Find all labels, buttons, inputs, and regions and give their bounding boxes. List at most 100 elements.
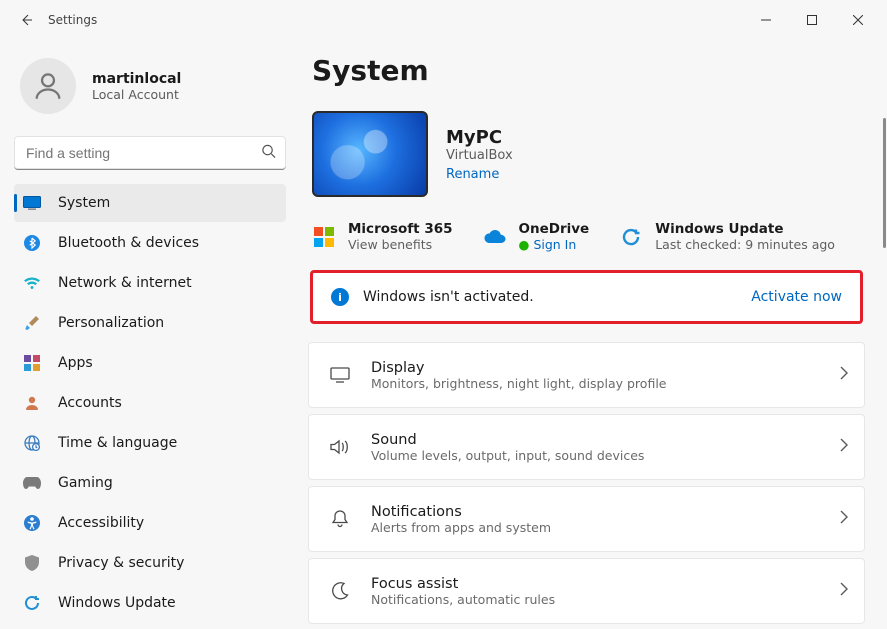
update-icon	[619, 225, 643, 249]
back-arrow-icon	[18, 12, 34, 28]
search-input[interactable]	[14, 136, 286, 170]
card-sub: Alerts from apps and system	[371, 520, 820, 535]
shield-icon	[22, 555, 42, 571]
moon-icon	[329, 582, 351, 600]
back-button[interactable]	[6, 0, 46, 40]
activate-now-link[interactable]: Activate now	[751, 289, 842, 305]
activation-message: Windows isn't activated.	[363, 289, 737, 305]
maximize-icon	[807, 15, 817, 25]
card-title: Focus assist	[371, 576, 820, 592]
service-sub: ●Sign In	[519, 237, 590, 252]
nav-item-network[interactable]: Network & internet	[14, 264, 286, 302]
display-icon	[329, 367, 351, 383]
nav-list: System Bluetooth & devices Network & int…	[14, 184, 286, 622]
service-title: Microsoft 365	[348, 221, 453, 237]
page-title: System	[312, 54, 865, 87]
nav-label: Accounts	[58, 395, 122, 411]
nav-label: Network & internet	[58, 275, 192, 291]
scrollbar-thumb[interactable]	[883, 118, 886, 248]
service-title: Windows Update	[655, 221, 835, 237]
close-button[interactable]	[835, 4, 881, 36]
content-pane: System MyPC VirtualBox Rename Microsoft …	[300, 40, 887, 629]
accessibility-icon	[22, 515, 42, 531]
service-onedrive[interactable]: OneDrive ●Sign In	[483, 221, 590, 252]
minimize-icon	[761, 15, 771, 25]
chevron-right-icon	[840, 582, 848, 600]
nav-item-personalization[interactable]: Personalization	[14, 304, 286, 342]
chevron-right-icon	[840, 510, 848, 528]
minimize-button[interactable]	[743, 4, 789, 36]
activation-banner[interactable]: i Windows isn't activated. Activate now	[310, 270, 863, 324]
paintbrush-icon	[22, 315, 42, 331]
system-icon	[22, 196, 42, 210]
avatar	[20, 58, 76, 114]
titlebar: Settings	[0, 0, 887, 40]
nav-item-gaming[interactable]: Gaming	[14, 464, 286, 502]
account-type: Local Account	[92, 87, 181, 102]
device-name: MyPC	[446, 127, 513, 148]
onedrive-icon	[483, 225, 507, 249]
nav-item-bluetooth[interactable]: Bluetooth & devices	[14, 224, 286, 262]
person-icon	[22, 395, 42, 411]
setting-card-sound[interactable]: Sound Volume levels, output, input, soun…	[308, 414, 865, 480]
setting-card-display[interactable]: Display Monitors, brightness, night ligh…	[308, 342, 865, 408]
setting-card-focus-assist[interactable]: Focus assist Notifications, automatic ru…	[308, 558, 865, 624]
service-sub: Last checked: 9 minutes ago	[655, 237, 835, 252]
apps-icon	[22, 355, 42, 371]
nav-label: Gaming	[58, 475, 113, 491]
search-icon	[261, 144, 276, 163]
nav-item-privacy[interactable]: Privacy & security	[14, 544, 286, 582]
card-sub: Notifications, automatic rules	[371, 592, 820, 607]
card-title: Sound	[371, 432, 820, 448]
nav-label: Personalization	[58, 315, 164, 331]
card-sub: Monitors, brightness, night light, displ…	[371, 376, 820, 391]
nav-item-time-language[interactable]: Time & language	[14, 424, 286, 462]
update-icon	[22, 595, 42, 611]
nav-label: Apps	[58, 355, 93, 371]
bluetooth-icon	[22, 235, 42, 251]
card-title: Notifications	[371, 504, 820, 520]
nav-label: Privacy & security	[58, 555, 184, 571]
window-title: Settings	[48, 13, 97, 27]
search-wrap	[14, 136, 286, 170]
gamepad-icon	[22, 477, 42, 489]
rename-link[interactable]: Rename	[446, 167, 499, 182]
chevron-right-icon	[840, 366, 848, 384]
nav-item-system[interactable]: System	[14, 184, 286, 222]
microsoft-365-icon	[312, 225, 336, 249]
service-title: OneDrive	[519, 221, 590, 237]
service-m365[interactable]: Microsoft 365 View benefits	[312, 221, 453, 252]
nav-label: System	[58, 195, 110, 211]
card-title: Display	[371, 360, 820, 376]
nav-item-windows-update[interactable]: Windows Update	[14, 584, 286, 622]
nav-label: Bluetooth & devices	[58, 235, 199, 251]
nav-label: Time & language	[58, 435, 177, 451]
device-wallpaper-preview	[312, 111, 428, 197]
person-icon	[31, 69, 65, 103]
content-scrollbar[interactable]	[881, 40, 887, 629]
window-controls	[743, 4, 881, 36]
nav-item-accounts[interactable]: Accounts	[14, 384, 286, 422]
maximize-button[interactable]	[789, 4, 835, 36]
chevron-right-icon	[840, 438, 848, 456]
device-info-row: MyPC VirtualBox Rename	[312, 111, 865, 197]
user-block[interactable]: martinlocal Local Account	[14, 40, 286, 132]
service-sub: View benefits	[348, 237, 453, 252]
globe-icon	[22, 435, 42, 451]
nav-item-apps[interactable]: Apps	[14, 344, 286, 382]
service-windows-update[interactable]: Windows Update Last checked: 9 minutes a…	[619, 221, 835, 252]
sidebar: martinlocal Local Account System Bluetoo…	[0, 40, 300, 629]
nav-label: Windows Update	[58, 595, 176, 611]
info-icon: i	[331, 288, 349, 306]
nav-item-accessibility[interactable]: Accessibility	[14, 504, 286, 542]
setting-card-notifications[interactable]: Notifications Alerts from apps and syste…	[308, 486, 865, 552]
services-row: Microsoft 365 View benefits OneDrive ●Si…	[312, 221, 865, 252]
bell-icon	[329, 510, 351, 528]
status-dot-icon: ●	[519, 237, 530, 252]
device-model: VirtualBox	[446, 148, 513, 163]
card-sub: Volume levels, output, input, sound devi…	[371, 448, 820, 463]
wifi-icon	[22, 276, 42, 290]
close-icon	[853, 15, 863, 25]
user-name: martinlocal	[92, 71, 181, 87]
sound-icon	[329, 439, 351, 455]
